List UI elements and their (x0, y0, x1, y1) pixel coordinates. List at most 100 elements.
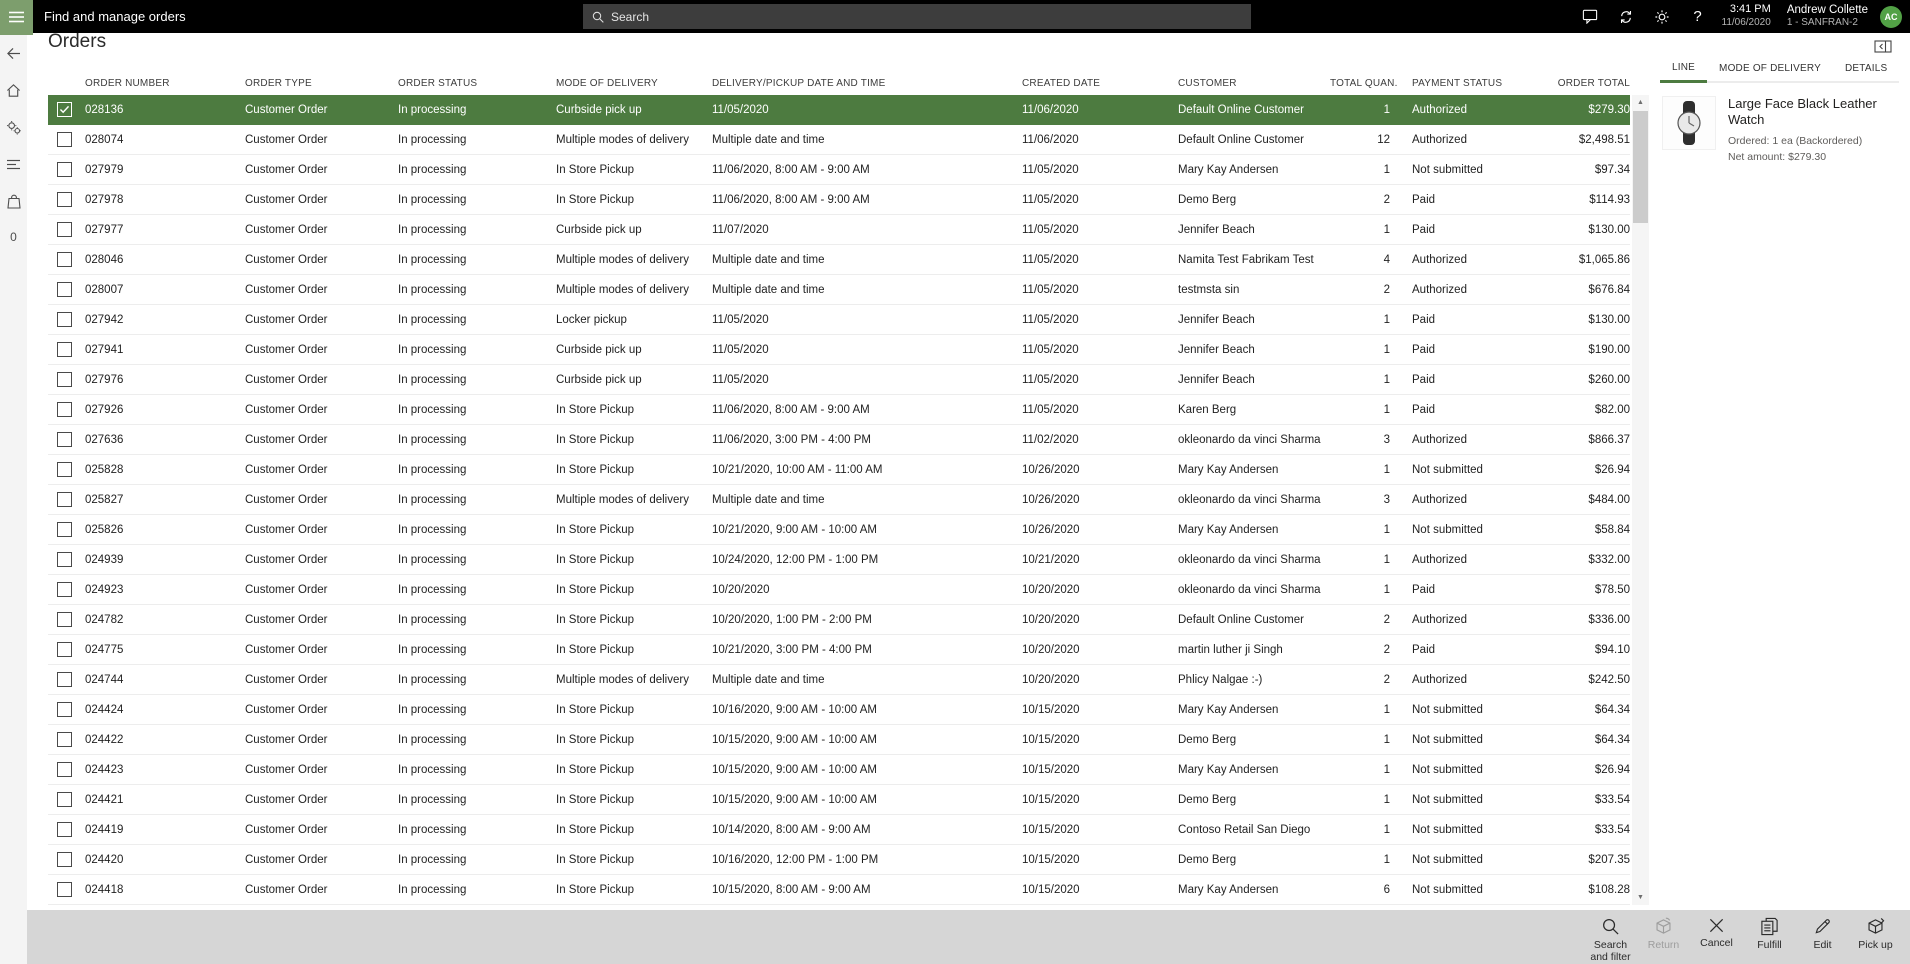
edit-button[interactable]: Edit (1796, 917, 1849, 951)
cell-order-total: $26.94 (1542, 764, 1630, 776)
sync-button[interactable] (1608, 0, 1644, 33)
cell-payment-status: Authorized (1398, 494, 1542, 506)
row-checkbox[interactable] (57, 342, 72, 357)
search-input[interactable]: Search (583, 4, 1251, 29)
row-checkbox[interactable] (57, 672, 72, 687)
table-row[interactable]: 024420 Customer Order In processing In S… (48, 845, 1630, 875)
table-row[interactable]: 027979 Customer Order In processing In S… (48, 155, 1630, 185)
table-row[interactable]: 027636 Customer Order In processing In S… (48, 425, 1630, 455)
table-row[interactable]: 028136 Customer Order In processing Curb… (48, 95, 1630, 125)
cell-order-type: Customer Order (245, 284, 398, 296)
tab-line[interactable]: LINE (1660, 62, 1707, 83)
search-and-filter-button[interactable]: Search and filter (1584, 917, 1637, 963)
row-checkbox[interactable] (57, 642, 72, 657)
avatar[interactable]: AC (1880, 6, 1902, 28)
table-row[interactable]: 025826 Customer Order In processing In S… (48, 515, 1630, 545)
table-scrollbar[interactable]: ▲ ▼ (1632, 95, 1649, 905)
fulfill-button[interactable]: Fulfill (1743, 917, 1796, 951)
table-row[interactable]: 024782 Customer Order In processing In S… (48, 605, 1630, 635)
sidebar-item-cart[interactable] (5, 193, 23, 209)
scroll-down-arrow[interactable]: ▼ (1632, 890, 1649, 905)
pick-up-button[interactable]: Pick up (1849, 917, 1902, 951)
row-checkbox[interactable] (57, 312, 72, 327)
back-button[interactable] (5, 45, 23, 61)
table-row[interactable]: 024775 Customer Order In processing In S… (48, 635, 1630, 665)
row-checkbox[interactable] (57, 282, 72, 297)
row-checkbox[interactable] (57, 492, 72, 507)
row-checkbox[interactable] (57, 162, 72, 177)
product-image (1662, 96, 1716, 150)
row-checkbox[interactable] (57, 822, 72, 837)
tab-mode-of-delivery[interactable]: MODE OF DELIVERY (1707, 63, 1833, 83)
return-button[interactable]: Return (1637, 917, 1690, 951)
table-row[interactable]: 027941 Customer Order In processing Curb… (48, 335, 1630, 365)
table-row[interactable]: 024421 Customer Order In processing In S… (48, 785, 1630, 815)
cell-mode-of-delivery: In Store Pickup (556, 794, 712, 806)
row-checkbox[interactable] (57, 132, 72, 147)
settings-button[interactable] (1644, 0, 1680, 33)
feedback-button[interactable] (1572, 0, 1608, 33)
row-checkbox[interactable] (57, 762, 72, 777)
hamburger-menu-button[interactable] (0, 0, 33, 35)
row-checkbox[interactable] (57, 462, 72, 477)
row-checkbox[interactable] (57, 582, 72, 597)
row-checkbox[interactable] (57, 522, 72, 537)
row-checkbox[interactable] (57, 252, 72, 267)
table-row[interactable]: 027978 Customer Order In processing In S… (48, 185, 1630, 215)
sidebar-item-operations[interactable] (5, 119, 23, 135)
help-button[interactable]: ? (1680, 0, 1716, 33)
row-checkbox[interactable] (57, 882, 72, 897)
row-checkbox[interactable] (57, 222, 72, 237)
row-checkbox[interactable] (57, 792, 72, 807)
table-row[interactable]: 024419 Customer Order In processing In S… (48, 815, 1630, 845)
table-row[interactable]: 028074 Customer Order In processing Mult… (48, 125, 1630, 155)
tab-details[interactable]: DETAILS (1833, 63, 1899, 83)
sidebar-item-home[interactable] (5, 82, 23, 98)
row-checkbox[interactable] (57, 192, 72, 207)
table-row[interactable]: 027942 Customer Order In processing Lock… (48, 305, 1630, 335)
table-row[interactable]: 024423 Customer Order In processing In S… (48, 755, 1630, 785)
operations-icon (6, 120, 22, 135)
cell-payment-status: Authorized (1398, 614, 1542, 626)
cell-delivery-datetime: 10/14/2020, 8:00 AM - 9:00 AM (712, 824, 1022, 836)
table-row[interactable]: 024939 Customer Order In processing In S… (48, 545, 1630, 575)
table-row[interactable]: 024422 Customer Order In processing In S… (48, 725, 1630, 755)
row-checkbox[interactable] (57, 372, 72, 387)
user-block[interactable]: Andrew Collette 1 - SANFRAN-2 (1787, 3, 1868, 30)
cell-order-type: Customer Order (245, 104, 398, 116)
table-row[interactable]: 028046 Customer Order In processing Mult… (48, 245, 1630, 275)
cell-customer: testmsta sin (1178, 284, 1330, 296)
cell-delivery-datetime: 10/15/2020, 9:00 AM - 10:00 AM (712, 794, 1022, 806)
cell-quantity: 2 (1330, 194, 1398, 206)
scroll-up-arrow[interactable]: ▲ (1632, 95, 1649, 110)
row-checkbox[interactable] (57, 102, 72, 117)
order-line-item[interactable]: Large Face Black Leather Watch Ordered: … (1660, 96, 1902, 165)
cell-order-type: Customer Order (245, 434, 398, 446)
table-row[interactable]: 027977 Customer Order In processing Curb… (48, 215, 1630, 245)
row-checkbox[interactable] (57, 552, 72, 567)
row-checkbox[interactable] (57, 702, 72, 717)
sidebar-item-journals[interactable] (5, 156, 23, 172)
table-row[interactable]: 025827 Customer Order In processing Mult… (48, 485, 1630, 515)
table-row[interactable]: 024923 Customer Order In processing In S… (48, 575, 1630, 605)
table-row[interactable]: 027926 Customer Order In processing In S… (48, 395, 1630, 425)
row-checkbox[interactable] (57, 612, 72, 627)
cell-order-number: 024418 (85, 884, 245, 896)
collapse-panel-button[interactable] (1874, 40, 1892, 53)
cell-order-number: 027636 (85, 434, 245, 446)
cancel-button[interactable]: Cancel (1690, 917, 1743, 949)
table-row[interactable]: 024424 Customer Order In processing In S… (48, 695, 1630, 725)
row-checkbox[interactable] (57, 432, 72, 447)
table-row[interactable]: 024744 Customer Order In processing Mult… (48, 665, 1630, 695)
table-row[interactable]: 027976 Customer Order In processing Curb… (48, 365, 1630, 395)
cell-delivery-datetime: 10/21/2020, 9:00 AM - 10:00 AM (712, 524, 1022, 536)
row-checkbox[interactable] (57, 852, 72, 867)
table-row[interactable]: 028007 Customer Order In processing Mult… (48, 275, 1630, 305)
register-id: 1 - SANFRAN-2 (1787, 17, 1868, 30)
table-row[interactable]: 025828 Customer Order In processing In S… (48, 455, 1630, 485)
scrollbar-thumb[interactable] (1633, 111, 1648, 223)
table-row[interactable]: 024418 Customer Order In processing In S… (48, 875, 1630, 905)
product-net-amount: Net amount: $279.30 (1728, 149, 1896, 165)
row-checkbox[interactable] (57, 402, 72, 417)
row-checkbox[interactable] (57, 732, 72, 747)
